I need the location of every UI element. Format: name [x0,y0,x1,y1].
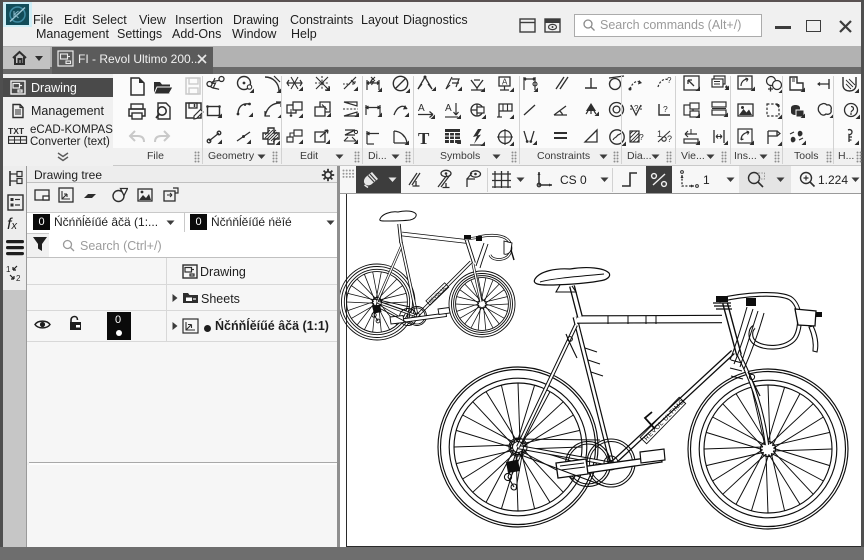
svg-text:A: A [418,103,425,114]
svg-text:2: 2 [16,274,21,282]
svg-text:?: ? [634,104,639,113]
svg-text:REVOL UL: REVOL UL [428,285,448,304]
svg-text:A: A [445,103,452,114]
svg-text:?: ? [663,104,668,114]
svg-text:?: ? [639,132,644,142]
svg-text:1: 1 [657,129,662,139]
svg-text:REVOL ULTIMO: REVOL ULTIMO [643,398,686,442]
svg-text:T: T [418,129,430,146]
svg-text:?: ? [667,76,672,85]
svg-text:TXT: TXT [8,126,25,136]
svg-text:A: A [502,78,508,87]
svg-text:?: ? [667,134,672,144]
svg-text:1: 1 [6,265,11,274]
